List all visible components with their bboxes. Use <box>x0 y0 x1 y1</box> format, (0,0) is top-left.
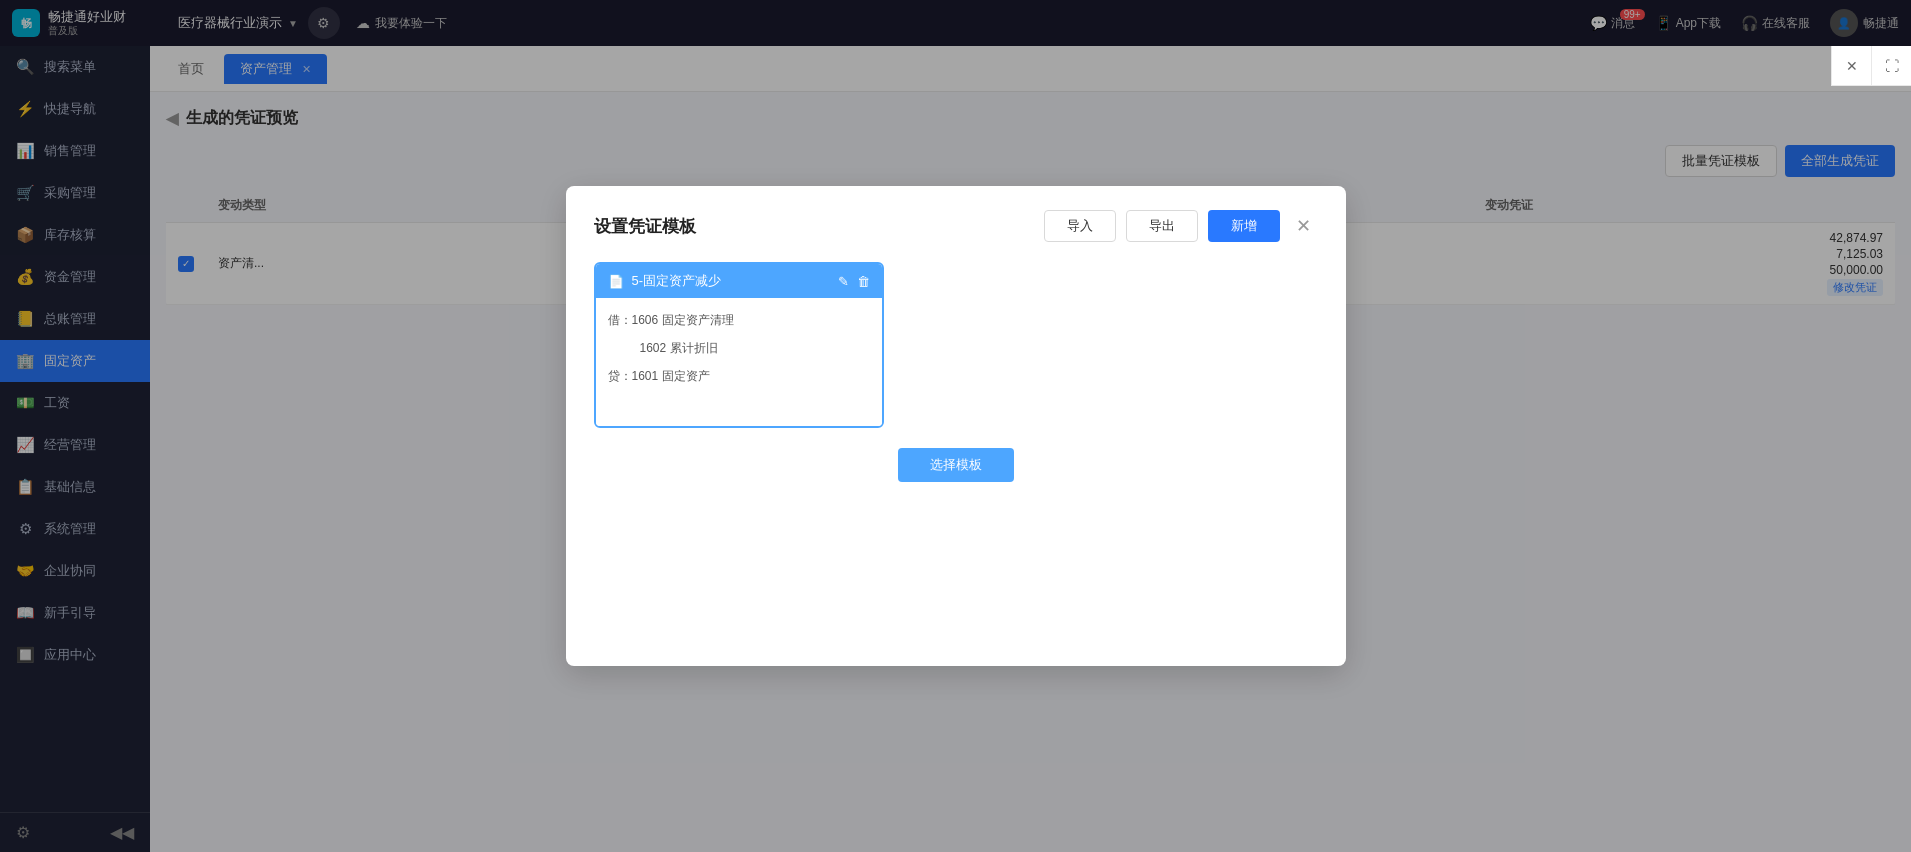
template-card-header: 📄 5-固定资产减少 ✎ 🗑 <box>596 264 882 298</box>
modal-overlay: 设置凭证模板 导入 导出 新增 ✕ 📄 5-固定资产减少 <box>0 0 1911 852</box>
modal-dialog: 设置凭证模板 导入 导出 新增 ✕ 📄 5-固定资产减少 <box>566 186 1346 666</box>
template-header-left: 📄 5-固定资产减少 <box>608 272 722 290</box>
select-template-button[interactable]: 选择模板 <box>898 448 1014 482</box>
template-header-actions: ✎ 🗑 <box>838 274 870 289</box>
close-icon: ✕ <box>1846 58 1858 74</box>
template-edit-button[interactable]: ✎ <box>838 274 849 289</box>
export-button[interactable]: 导出 <box>1126 210 1198 242</box>
template-entry-2: 1602 累计折旧 <box>596 334 882 362</box>
modal-toolbar: 导入 导出 新增 <box>1044 210 1280 242</box>
new-template-button[interactable]: 新增 <box>1208 210 1280 242</box>
template-card: 📄 5-固定资产减少 ✎ 🗑 借：1606 固定资产清理 1602 累计折旧 <box>594 262 884 428</box>
modal-close-icon: ✕ <box>1296 215 1311 237</box>
modal-header: 设置凭证模板 导入 导出 新增 ✕ <box>594 210 1318 242</box>
template-entry-1: 借：1606 固定资产清理 <box>596 306 882 334</box>
template-entry-empty <box>596 390 882 418</box>
template-doc-icon: 📄 <box>608 274 624 289</box>
window-close-button[interactable]: ✕ <box>1831 46 1871 86</box>
template-delete-button[interactable]: 🗑 <box>857 274 870 289</box>
import-button[interactable]: 导入 <box>1044 210 1116 242</box>
template-card-body: 借：1606 固定资产清理 1602 累计折旧 贷：1601 固定资产 <box>596 298 882 426</box>
entry-1-direction: 借：1606 固定资产清理 <box>608 312 748 329</box>
template-name: 5-固定资产减少 <box>632 272 722 290</box>
expand-icon: ⛶ <box>1885 58 1899 74</box>
modal-close-button[interactable]: ✕ <box>1290 212 1318 240</box>
modal-title: 设置凭证模板 <box>594 215 696 238</box>
entry-3-direction: 贷：1601 固定资产 <box>608 368 748 385</box>
entry-2-account: 1602 累计折旧 <box>608 340 748 357</box>
template-entry-3: 贷：1601 固定资产 <box>596 362 882 390</box>
window-controls: ✕ ⛶ <box>1831 46 1911 86</box>
window-expand-button[interactable]: ⛶ <box>1871 46 1911 86</box>
